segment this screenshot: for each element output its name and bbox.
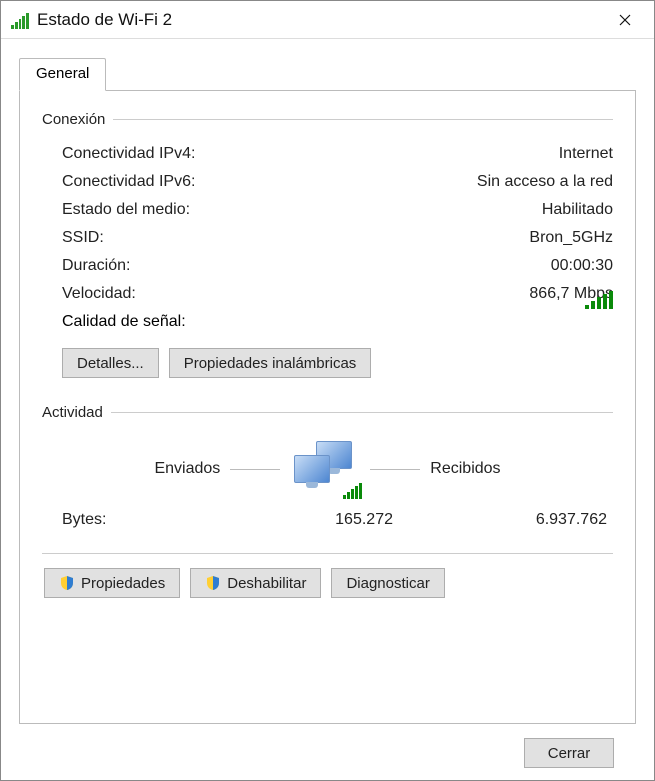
bytes-sent-value: 165.272 [182,511,453,529]
ssid-label: SSID: [62,229,104,247]
row-signal: Calidad de señal: [42,308,613,336]
signal-label: Calidad de señal: [62,313,186,331]
tabstrip: General [19,57,636,91]
divider [42,553,613,554]
disable-button[interactable]: Deshabilitar [190,568,321,598]
media-label: Estado del medio: [62,201,190,219]
dialog-content: General Conexión Conectividad IPv4: Inte… [1,39,654,780]
media-value: Habilitado [542,201,613,219]
ipv4-label: Conectividad IPv4: [62,145,195,163]
ssid-value: Bron_5GHz [529,229,613,247]
group-connection-header: Conexión [42,111,613,128]
wifi-signal-icon [11,11,29,29]
row-duration: Duración: 00:00:30 [42,252,613,280]
tab-general[interactable]: General [19,58,106,91]
row-ssid: SSID: Bron_5GHz [42,224,613,252]
window-title: Estado de Wi-Fi 2 [37,10,604,30]
group-activity-label: Actividad [42,404,111,421]
row-speed: Velocidad: 866,7 Mbps [42,280,613,308]
details-button[interactable]: Detalles... [62,348,159,378]
close-icon[interactable] [604,4,646,36]
duration-label: Duración: [62,257,130,275]
connection-buttons: Detalles... Propiedades inalámbricas [42,336,613,386]
activity-visual: Enviados Recibidos [42,433,613,501]
bytes-row: Bytes: 165.272 6.937.762 [42,501,613,535]
tab-body: Conexión Conectividad IPv4: Internet Con… [19,91,636,724]
group-connection-label: Conexión [42,111,113,128]
wifi-status-window: Estado de Wi-Fi 2 General Conexión Conec… [0,0,655,781]
action-buttons: Propiedades Deshabilitar Diagnosticar [42,568,613,598]
shield-icon [205,575,221,591]
diagnose-button[interactable]: Diagnosticar [331,568,444,598]
sent-label: Enviados [154,460,220,478]
row-media: Estado del medio: Habilitado [42,196,613,224]
bytes-label: Bytes: [62,511,182,529]
shield-icon [59,575,75,591]
properties-button[interactable]: Propiedades [44,568,180,598]
ipv6-value: Sin acceso a la red [477,173,613,191]
group-activity-header: Actividad [42,404,613,421]
titlebar: Estado de Wi-Fi 2 [1,1,654,39]
close-button[interactable]: Cerrar [524,738,614,768]
signal-bars-icon [585,291,613,309]
ipv6-label: Conectividad IPv6: [62,173,195,191]
received-label: Recibidos [430,460,500,478]
speed-label: Velocidad: [62,285,136,303]
row-ipv4: Conectividad IPv4: Internet [42,140,613,168]
wireless-properties-button[interactable]: Propiedades inalámbricas [169,348,372,378]
bytes-received-value: 6.937.762 [453,511,613,529]
row-ipv6: Conectividad IPv6: Sin acceso a la red [42,168,613,196]
footer: Cerrar [19,724,636,768]
ipv4-value: Internet [559,145,613,163]
network-computers-icon [290,439,360,499]
duration-value: 00:00:30 [551,257,613,275]
